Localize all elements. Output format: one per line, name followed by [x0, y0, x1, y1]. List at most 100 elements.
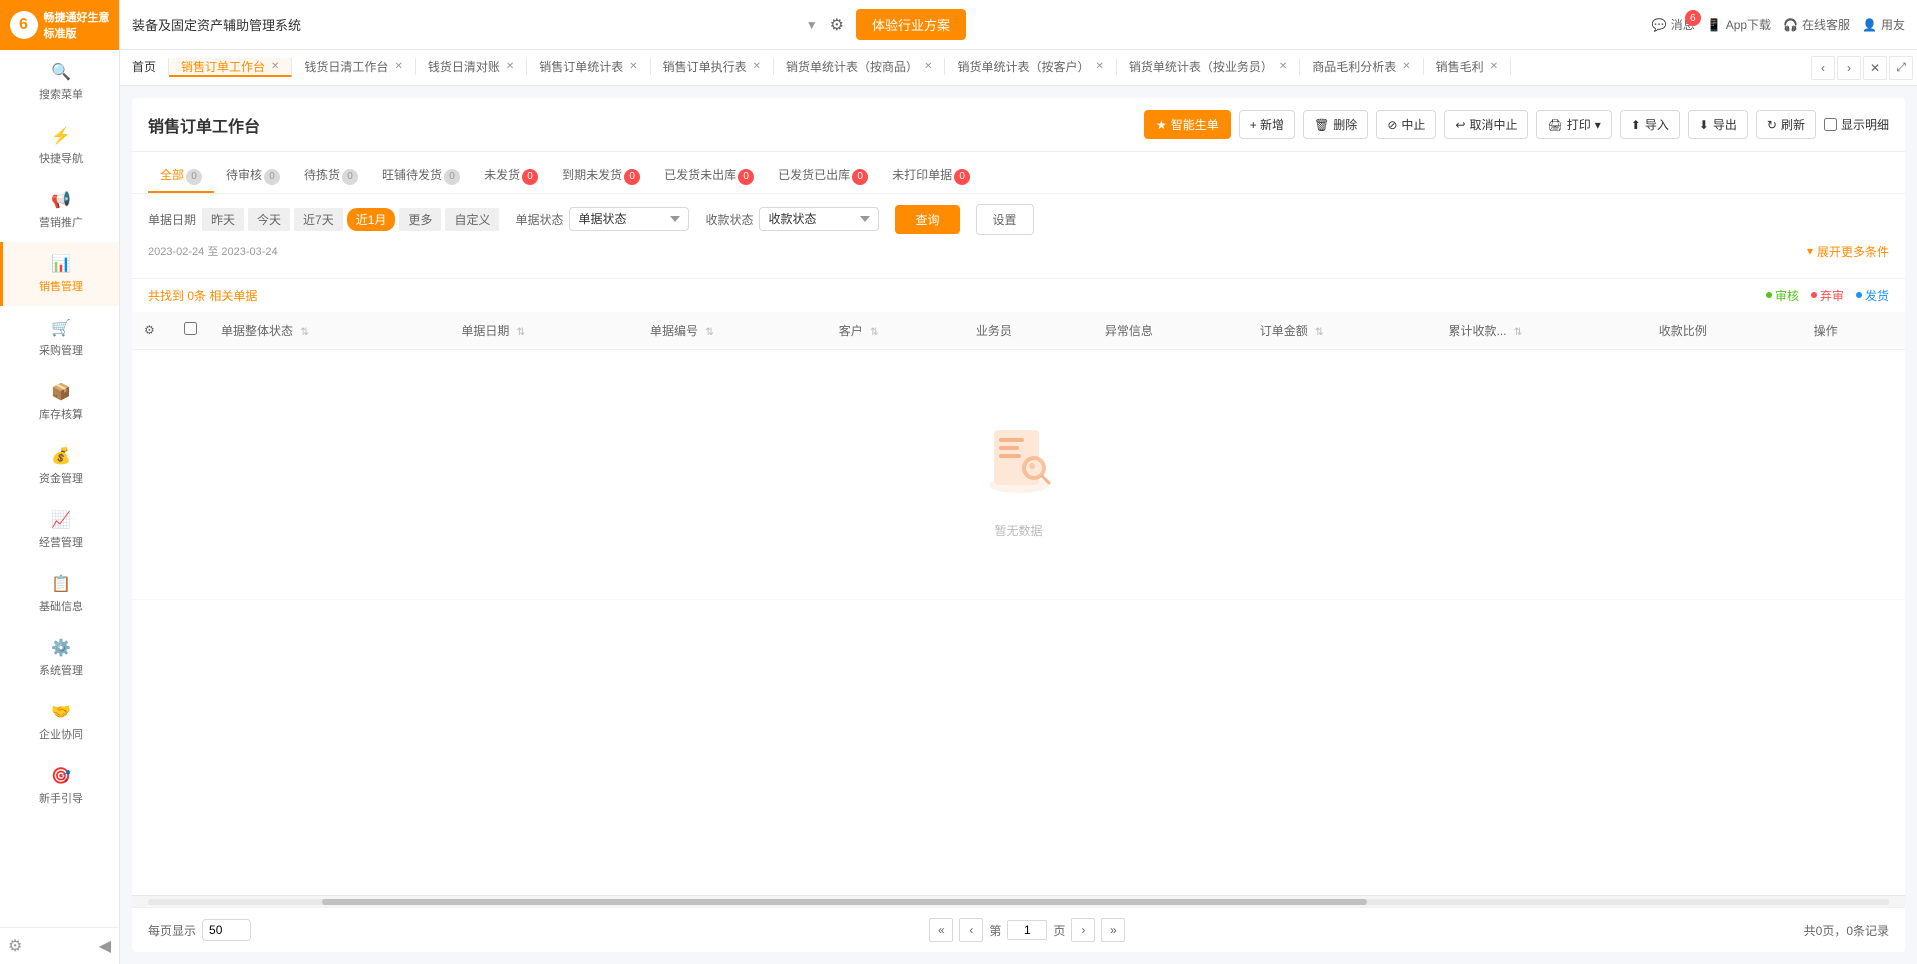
tab-close-all[interactable]: ✕: [1863, 56, 1887, 80]
tab-close-3[interactable]: ✕: [506, 61, 514, 72]
export-button[interactable]: ⬇ 导出: [1688, 110, 1748, 139]
expand-more-button[interactable]: ▾ 展开更多条件: [1807, 243, 1889, 260]
collapse-icon[interactable]: ◀: [99, 936, 111, 956]
tab-close-9[interactable]: ✕: [1402, 61, 1410, 72]
online-service-button[interactable]: 🎧 在线客服: [1783, 16, 1850, 33]
prev-page-btn[interactable]: ‹: [959, 918, 983, 942]
filter-setting-button[interactable]: 设置: [976, 204, 1034, 235]
page-number-input[interactable]: [1007, 920, 1047, 940]
sub-tab-2[interactable]: 待拣货0: [292, 160, 370, 193]
query-button[interactable]: 查询: [895, 205, 959, 234]
next-page-btn[interactable]: ›: [1071, 918, 1095, 942]
tab-2[interactable]: 钱货日清工作台✕: [292, 58, 415, 75]
scrollbar-thumb[interactable]: [322, 899, 1367, 905]
last-page-btn[interactable]: »: [1101, 918, 1125, 942]
tab-label-0: 首页: [132, 58, 156, 75]
sub-tab-3[interactable]: 旺铺待发货0: [370, 160, 472, 193]
payment-filter-select[interactable]: 收款状态: [759, 207, 879, 231]
page-size-select[interactable]: 50 20 100: [202, 919, 251, 941]
sub-tab-7[interactable]: 已发货已出库0: [766, 160, 880, 193]
tab-close-4[interactable]: ✕: [629, 61, 637, 72]
sub-tab-4[interactable]: 未发货0: [472, 160, 550, 193]
system-dropdown-arrow[interactable]: ▼: [806, 18, 818, 32]
bulk-approve-button[interactable]: 审核: [1766, 287, 1799, 304]
sidebar-item-快捷导航[interactable]: ⚡快捷导航: [0, 114, 119, 178]
tab-7[interactable]: 销货单统计表（按客户）✕: [945, 58, 1116, 75]
sidebar-item-新手引导[interactable]: 🎯新手引导: [0, 754, 119, 818]
sub-tab-8[interactable]: 未打印单据0: [880, 160, 982, 193]
industry-solution-button[interactable]: 体验行业方案: [856, 9, 966, 40]
ai-generate-button[interactable]: ★ 智能生单: [1144, 110, 1231, 139]
th-checkbox[interactable]: [172, 312, 209, 350]
tab-close-2[interactable]: ✕: [394, 61, 402, 72]
first-page-btn[interactable]: «: [929, 918, 953, 942]
tab-6[interactable]: 销货单统计表（按商品）✕: [774, 58, 945, 75]
new-button[interactable]: + 新增: [1239, 110, 1295, 139]
stop-button[interactable]: ⊘ 中止: [1376, 110, 1436, 139]
tab-close-6[interactable]: ✕: [924, 61, 932, 72]
date-7days-btn[interactable]: 近7天: [294, 208, 343, 231]
tab-0[interactable]: 首页: [120, 58, 169, 75]
bulk-cancel-button[interactable]: 弃审: [1811, 287, 1844, 304]
tab-close-8[interactable]: ✕: [1279, 61, 1287, 72]
sidebar-item-采购管理[interactable]: 🛒采购管理: [0, 306, 119, 370]
sidebar-item-经营管理[interactable]: 📈经营管理: [0, 498, 119, 562]
tab-3[interactable]: 钱货日清对账 ✕: [416, 58, 527, 75]
gear-icon[interactable]: ⚙: [830, 15, 844, 35]
sidebar-item-企业协同[interactable]: 🤝企业协同: [0, 690, 119, 754]
import-button[interactable]: ⬆ 导入: [1620, 110, 1680, 139]
user-menu[interactable]: 👤 用友: [1862, 16, 1905, 33]
bulk-ship-button[interactable]: 发货: [1856, 287, 1889, 304]
date-1month-btn[interactable]: 近1月: [347, 208, 396, 231]
th-status: 单据整体状态 ⇅: [209, 312, 449, 350]
sub-tab-0[interactable]: 全部0: [148, 160, 214, 193]
tab-5[interactable]: 销售订单执行表✕: [651, 58, 774, 75]
date-custom-btn[interactable]: 自定义: [445, 208, 499, 231]
sidebar-item-营销推广[interactable]: 📢营销推广: [0, 178, 119, 242]
tab-1[interactable]: 销售订单工作台 ✕: [169, 58, 292, 77]
cancel-stop-button[interactable]: ↩ 取消中止: [1444, 110, 1528, 139]
sub-tab-5[interactable]: 到期未发货0: [550, 160, 652, 193]
tab-10[interactable]: 销售毛利✕: [1424, 58, 1511, 75]
sidebar-item-库存核算[interactable]: 📦库存核算: [0, 370, 119, 434]
sidebar-item-基础信息[interactable]: 📋基础信息: [0, 562, 119, 626]
sidebar-icon-11: 🎯: [51, 766, 71, 786]
sub-tab-1[interactable]: 待审核0: [214, 160, 292, 193]
tab-scroll-left[interactable]: ‹: [1811, 56, 1835, 80]
print-button[interactable]: 🖨 打印 ▾: [1536, 110, 1611, 139]
tab-scroll-right[interactable]: ›: [1837, 56, 1861, 80]
show-detail-checkbox[interactable]: [1824, 118, 1837, 131]
tab-close-5[interactable]: ✕: [753, 61, 761, 72]
th-action: 操作: [1802, 312, 1905, 350]
result-count: 共找到 0条 相关单据: [148, 287, 257, 304]
tab-9[interactable]: 商品毛利分析表✕: [1300, 58, 1423, 75]
th-date: 单据日期 ⇅: [449, 312, 638, 350]
date-more-btn[interactable]: 更多: [399, 208, 441, 231]
sidebar-item-资金管理[interactable]: 💰资金管理: [0, 434, 119, 498]
tab-maximize[interactable]: ⤢: [1889, 56, 1913, 80]
sidebar-item-系统管理[interactable]: ⚙️系统管理: [0, 626, 119, 690]
sidebar-item-label-6: 资金管理: [39, 470, 83, 486]
date-yesterday-btn[interactable]: 昨天: [202, 208, 244, 231]
sidebar-item-销售管理[interactable]: 📊销售管理: [0, 242, 119, 306]
delete-button[interactable]: 🗑 删除: [1303, 110, 1368, 139]
tab-8[interactable]: 销货单统计表（按业务员）✕: [1117, 58, 1300, 75]
settings-icon[interactable]: ⚙: [8, 936, 22, 956]
tab-close-10[interactable]: ✕: [1490, 61, 1498, 72]
th-config[interactable]: ⚙: [132, 312, 172, 350]
status-filter-select[interactable]: 单据状态: [569, 207, 689, 231]
tab-4[interactable]: 销售订单统计表✕: [527, 58, 650, 75]
sub-tab-6[interactable]: 已发货未出库0: [652, 160, 766, 193]
tab-label-3: 钱货日清对账: [428, 58, 500, 75]
scrollbar-track: [148, 899, 1889, 905]
sidebar-item-搜索菜单[interactable]: 🔍搜索菜单: [0, 50, 119, 114]
tab-label-1: 销售订单工作台: [181, 58, 265, 75]
tab-close-7[interactable]: ✕: [1095, 61, 1103, 72]
message-button[interactable]: 💬 消息 6: [1652, 16, 1695, 33]
refresh-button[interactable]: ↻ 刷新: [1756, 110, 1816, 139]
horizontal-scrollbar[interactable]: [132, 895, 1905, 907]
date-today-btn[interactable]: 今天: [248, 208, 290, 231]
tab-close-1[interactable]: ✕: [271, 61, 279, 72]
select-all-checkbox[interactable]: [184, 322, 197, 335]
app-download-button[interactable]: 📱 App下载: [1707, 16, 1771, 33]
